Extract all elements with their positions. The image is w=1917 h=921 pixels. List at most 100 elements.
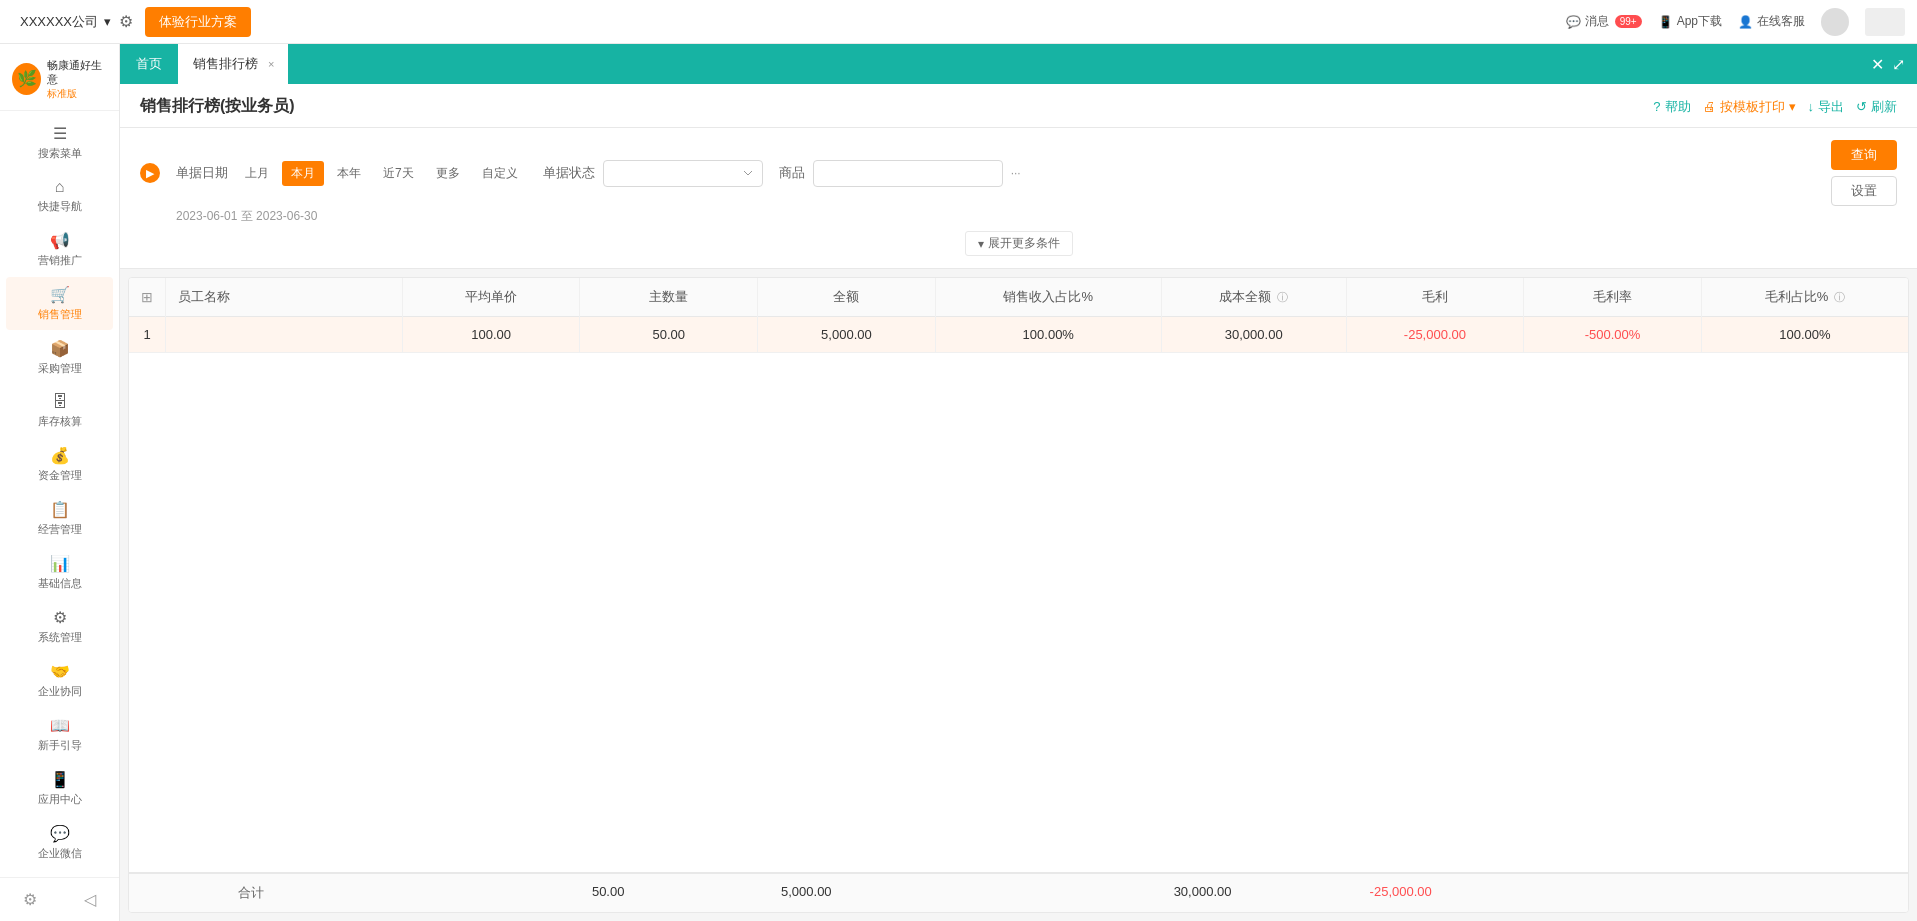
cell-avg-price: 100.00 bbox=[402, 317, 580, 353]
status-filter-label: 单据状态 bbox=[543, 164, 595, 182]
sidebar-label-search: 搜索菜单 bbox=[38, 146, 82, 161]
sidebar-label-system: 系统管理 bbox=[38, 630, 82, 645]
refresh-label: 刷新 bbox=[1871, 98, 1897, 116]
sidebar-label-app: 应用中心 bbox=[38, 792, 82, 807]
company-name: XXXXXX公司 bbox=[20, 13, 98, 31]
sidebar-item-wechat[interactable]: 💬 企业微信 bbox=[6, 816, 113, 869]
date-tab-custom[interactable]: 自定义 bbox=[473, 161, 527, 186]
sidebar-label-inventory: 库存核算 bbox=[38, 414, 82, 429]
column-settings-icon[interactable]: ⊞ bbox=[141, 289, 153, 305]
col-profit: 毛利 bbox=[1346, 278, 1524, 317]
settings-icon[interactable]: ⚙ bbox=[119, 12, 133, 31]
message-action[interactable]: 💬 消息 99+ bbox=[1566, 13, 1642, 30]
profit-ratio-info-icon[interactable]: ⓘ bbox=[1834, 291, 1845, 303]
footer-sales-ratio bbox=[905, 884, 1103, 902]
avatar[interactable] bbox=[1821, 8, 1849, 36]
date-tab-last7[interactable]: 近7天 bbox=[374, 161, 423, 186]
filter-toggle[interactable]: ▶ bbox=[140, 163, 160, 183]
page-content: 销售排行榜(按业务员) ? 帮助 🖨 按模板打印 ▾ ↓ bbox=[120, 84, 1917, 921]
sidebar-item-enterprise[interactable]: 🤝 企业协同 bbox=[6, 654, 113, 707]
goods-more-btn[interactable]: ··· bbox=[1011, 166, 1021, 180]
table-header-row: ⊞ 员工名称 平均单价 主数量 全额 销售收入占比% 成本全额 bbox=[129, 278, 1908, 317]
sidebar-item-basic[interactable]: 📊 基础信息 bbox=[6, 546, 113, 599]
marketing-icon: 📢 bbox=[50, 231, 70, 250]
user-info[interactable] bbox=[1865, 8, 1905, 36]
top-bar: XXXXXX公司 ▾ ⚙ 体验行业方案 💬 消息 99+ 📱 App下载 👤 在… bbox=[0, 0, 1917, 44]
operation-icon: 📋 bbox=[50, 500, 70, 519]
export-button[interactable]: ↓ 导出 bbox=[1808, 98, 1845, 116]
date-tab-current-month[interactable]: 本月 bbox=[282, 161, 324, 186]
sidebar-label-operation: 经营管理 bbox=[38, 522, 82, 537]
sidebar-item-guide[interactable]: 📖 新手引导 bbox=[6, 708, 113, 761]
footer-profit-ratio bbox=[1698, 884, 1896, 902]
trial-button[interactable]: 体验行业方案 bbox=[145, 7, 251, 37]
sidebar-collapse-btn[interactable]: ◁ bbox=[80, 886, 100, 913]
print-icon: 🖨 bbox=[1703, 99, 1716, 114]
goods-input[interactable] bbox=[813, 160, 1003, 187]
sidebar-label-sales: 销售管理 bbox=[38, 307, 82, 322]
home-icon: ⌂ bbox=[55, 178, 65, 196]
sidebar-item-sales[interactable]: 🛒 销售管理 bbox=[6, 277, 113, 330]
cell-qty: 50.00 bbox=[580, 317, 758, 353]
tab-bar: 首页 销售排行榜 × ✕ ⤢ bbox=[120, 44, 1917, 84]
tab-label: 销售排行榜 bbox=[193, 55, 258, 73]
sidebar-item-system[interactable]: ⚙ 系统管理 bbox=[6, 600, 113, 653]
sidebar-item-app[interactable]: 📱 应用中心 bbox=[6, 762, 113, 815]
footer-cost: 30,000.00 bbox=[1104, 884, 1302, 902]
date-tab-prev-month[interactable]: 上月 bbox=[236, 161, 278, 186]
sidebar: 🌿 畅康通好生意 标准版 ☰ 搜索菜单 ⌂ 快捷导航 📢 营销推广 🛒 销售管理 bbox=[0, 44, 120, 921]
sidebar-settings-btn[interactable]: ⚙ bbox=[19, 886, 41, 913]
table-area: ⊞ 员工名称 平均单价 主数量 全额 销售收入占比% 成本全额 bbox=[128, 277, 1909, 913]
tab-restore-icon[interactable]: ⤢ bbox=[1892, 55, 1905, 74]
tab-home[interactable]: 首页 bbox=[120, 44, 178, 84]
tab-close-all-icon[interactable]: ✕ bbox=[1871, 55, 1884, 74]
expand-conditions-button[interactable]: ▾ 展开更多条件 bbox=[965, 231, 1073, 256]
sidebar-nav: ☰ 搜索菜单 ⌂ 快捷导航 📢 营销推广 🛒 销售管理 📦 采购管理 🗄 库 bbox=[0, 111, 119, 877]
enterprise-icon: 🤝 bbox=[50, 662, 70, 681]
col-amount: 全额 bbox=[758, 278, 936, 317]
status-select[interactable] bbox=[603, 160, 763, 187]
finance-icon: 💰 bbox=[50, 446, 70, 465]
tab-bar-actions: ✕ ⤢ bbox=[1871, 55, 1917, 74]
goods-filter-label: 商品 bbox=[779, 164, 805, 182]
sidebar-item-operation[interactable]: 📋 经营管理 bbox=[6, 492, 113, 545]
sidebar-item-search[interactable]: ☰ 搜索菜单 bbox=[6, 116, 113, 169]
sidebar-label-marketing: 营销推广 bbox=[38, 253, 82, 268]
logo-name: 畅康通好生意 bbox=[47, 58, 107, 87]
main-layout: 🌿 畅康通好生意 标准版 ☰ 搜索菜单 ⌂ 快捷导航 📢 营销推广 🛒 销售管理 bbox=[0, 44, 1917, 921]
footer-profit: -25,000.00 bbox=[1302, 884, 1500, 902]
basic-icon: 📊 bbox=[50, 554, 70, 573]
expand-icon: ▾ bbox=[978, 237, 984, 251]
sidebar-item-inventory[interactable]: 🗄 库存核算 bbox=[6, 385, 113, 437]
message-icon: 💬 bbox=[1566, 15, 1581, 29]
tab-sales-ranking[interactable]: 销售排行榜 × bbox=[178, 44, 288, 84]
cell-profit: -25,000.00 bbox=[1346, 317, 1524, 353]
cost-info-icon[interactable]: ⓘ bbox=[1277, 291, 1288, 303]
app-download-action[interactable]: 📱 App下载 bbox=[1658, 13, 1722, 30]
help-button[interactable]: ? 帮助 bbox=[1653, 98, 1690, 116]
online-service-action[interactable]: 👤 在线客服 bbox=[1738, 13, 1805, 30]
company-selector[interactable]: XXXXXX公司 ▾ bbox=[12, 9, 119, 35]
sidebar-label-enterprise: 企业协同 bbox=[38, 684, 82, 699]
refresh-button[interactable]: ↺ 刷新 bbox=[1856, 98, 1897, 116]
query-actions: 查询 设置 bbox=[1831, 140, 1897, 206]
sidebar-item-member[interactable]: ♥ 畅会员 bbox=[6, 870, 113, 877]
help-label: 帮助 bbox=[1665, 98, 1691, 116]
inventory-icon: 🗄 bbox=[52, 393, 68, 411]
date-tab-current-year[interactable]: 本年 bbox=[328, 161, 370, 186]
setting-button[interactable]: 设置 bbox=[1831, 176, 1897, 206]
date-tab-more[interactable]: 更多 bbox=[427, 161, 469, 186]
service-label: 在线客服 bbox=[1757, 13, 1805, 30]
logo-text: 畅康通好生意 标准版 bbox=[47, 58, 107, 100]
col-sales-ratio: 销售收入占比% bbox=[935, 278, 1161, 317]
tab-close-icon[interactable]: × bbox=[268, 58, 274, 70]
col-cost: 成本全额 ⓘ bbox=[1161, 278, 1346, 317]
sidebar-item-finance[interactable]: 💰 资金管理 bbox=[6, 438, 113, 491]
query-button[interactable]: 查询 bbox=[1831, 140, 1897, 170]
sidebar-item-purchase[interactable]: 📦 采购管理 bbox=[6, 331, 113, 384]
date-range-display: 2023-06-01 至 2023-06-30 bbox=[176, 208, 1897, 225]
sidebar-item-quick-nav[interactable]: ⌂ 快捷导航 bbox=[6, 170, 113, 222]
sidebar-item-marketing[interactable]: 📢 营销推广 bbox=[6, 223, 113, 276]
app-download-label: App下载 bbox=[1677, 13, 1722, 30]
print-button[interactable]: 🖨 按模板打印 ▾ bbox=[1703, 98, 1796, 116]
